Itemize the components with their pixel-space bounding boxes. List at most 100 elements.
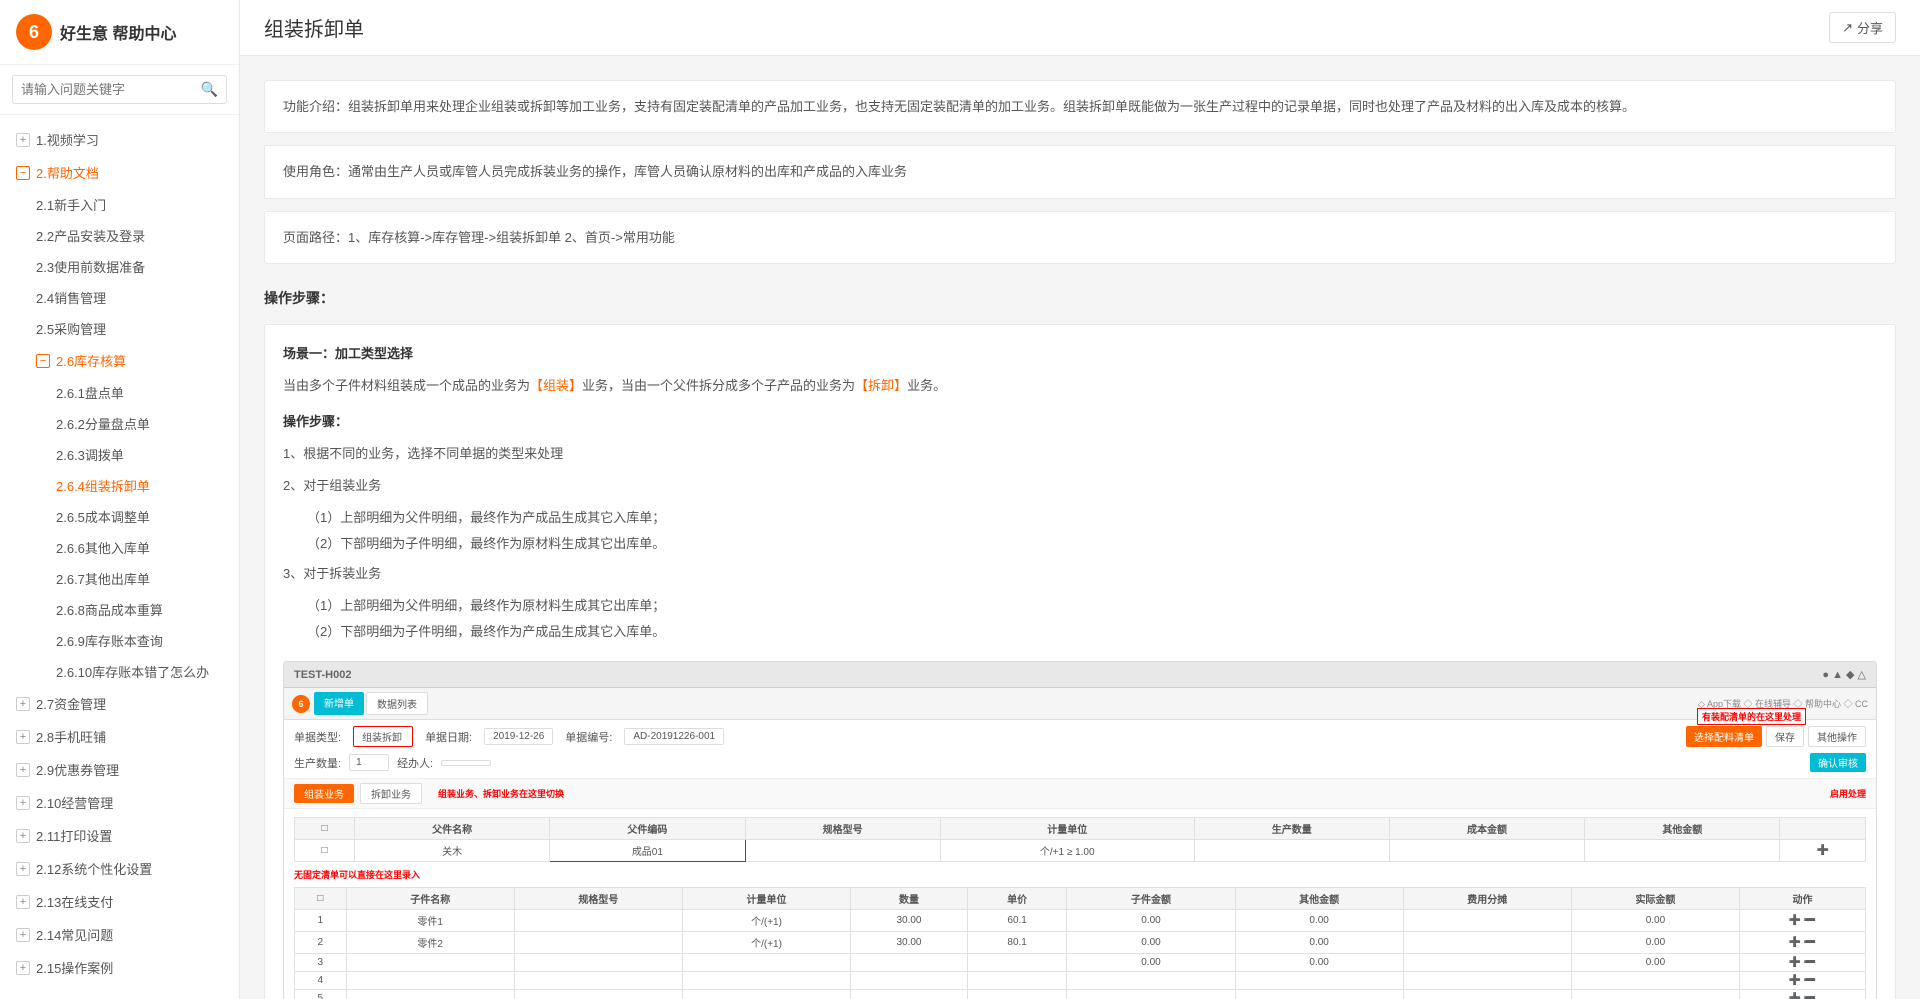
mock-form-label-no: 单据编号: [565, 729, 612, 745]
browser-id: TEST-H002 [294, 669, 351, 681]
mock-btn-assemble[interactable]: 组装业务 [294, 784, 354, 803]
sidebar-item-2-6[interactable]: − 2.6库存核算 [0, 344, 239, 377]
cell-name: 关木 [354, 840, 549, 862]
table-row: 3 0.00 0.00 0.00 [295, 954, 1866, 972]
sidebar-item-2-6-4[interactable]: 2.6.4组装拆卸单 [0, 470, 239, 501]
sidebar-item-label: 2.9优惠券管理 [36, 760, 119, 779]
mock-tab-new[interactable]: 新增单 [314, 692, 364, 715]
search-area: 🔍 [0, 65, 239, 115]
sidebar-item-2-12[interactable]: + 2.12系统个性化设置 [0, 852, 239, 885]
expand-icon: + [16, 895, 30, 909]
sidebar-item-2-1[interactable]: 2.1新手入门 [0, 189, 239, 220]
steps-sub-title: 操作步骤： [283, 409, 1877, 435]
sidebar-item-2-6-2[interactable]: 2.6.2分量盘点单 [0, 408, 239, 439]
sidebar-item-2-6-7[interactable]: 2.6.7其他出库单 [0, 563, 239, 594]
mock-tabs: 新增单 数据列表 [314, 692, 428, 715]
sidebar-item-2-11[interactable]: + 2.11打印设置 [0, 819, 239, 852]
col-check: □ [295, 888, 347, 910]
sidebar-item-2-6-10[interactable]: 2.6.10库存账本错了怎么办 [0, 656, 239, 687]
col-sub-fee: 费用分摊 [1403, 888, 1571, 910]
sidebar-item-2-4[interactable]: 2.4销售管理 [0, 282, 239, 313]
col-sub-spec: 规格型号 [514, 888, 682, 910]
collapse-icon: − [16, 166, 30, 180]
sidebar-item-label: 2.11打印设置 [36, 826, 112, 845]
sidebar-item-2-15[interactable]: + 2.15操作案例 [0, 951, 239, 984]
sidebar-item-2-10[interactable]: + 2.10经营管理 [0, 786, 239, 819]
page-title: 组装拆卸单 [264, 13, 364, 42]
col-qty: 生产数量 [1194, 818, 1389, 840]
col-sub-qty: 数量 [851, 888, 968, 910]
intro-text-3: 页面路径：1、库存核算->库存管理->组装拆卸单 2、首页->常用功能 [283, 230, 675, 245]
cell-action[interactable]: ➕ [1780, 840, 1866, 862]
col-sub-price: 单价 [967, 888, 1067, 910]
sidebar-item-label: 2.12系统个性化设置 [36, 859, 152, 878]
sidebar-item-label: 2.13在线支付 [36, 892, 113, 911]
col-sub-action: 动作 [1740, 888, 1866, 910]
mock-btn-save[interactable]: 保存 [1766, 726, 1804, 747]
sidebar-item-2-3[interactable]: 2.3使用前数据准备 [0, 251, 239, 282]
share-icon: ↗ [1842, 20, 1853, 36]
nav-tree: + 1.视频学习 − 2.帮助文档 2.1新手入门 2.2产品安装及登录 2.3… [0, 115, 239, 999]
sidebar-item-video[interactable]: + 1.视频学习 [0, 123, 239, 156]
expand-icon: + [16, 133, 30, 147]
sidebar-item-2-7[interactable]: + 2.7资金管理 [0, 687, 239, 720]
expand-icon: + [16, 928, 30, 942]
intro-block-3: 页面路径：1、库存核算->库存管理->组装拆卸单 2、首页->常用功能 [264, 211, 1896, 264]
sidebar-item-2-6-8[interactable]: 2.6.8商品成本重算 [0, 594, 239, 625]
sidebar-item-2-6-9[interactable]: 2.6.9库存账本查询 [0, 625, 239, 656]
col-spec: 规格型号 [745, 818, 940, 840]
col-cost: 成本金额 [1389, 818, 1584, 840]
sidebar-item-label: 2.帮助文档 [36, 163, 99, 182]
mock-btn-config[interactable]: 选择配料清单 [1686, 726, 1762, 747]
sidebar: 6 好生意 帮助中心 🔍 + 1.视频学习 − 2.帮助文档 2.1新手入门 2… [0, 0, 240, 999]
upper-table: □ 父件名称 父件编码 规格型号 计量单位 生产数量 成本金额 其他金额 [294, 817, 1866, 862]
sidebar-item-2-2[interactable]: 2.2产品安装及登录 [0, 220, 239, 251]
annotation-1: 有装配清单的在这里处理 [1697, 708, 1806, 725]
top-bar: 组装拆卸单 ↗ 分享 [240, 0, 1920, 56]
scene1-title: 场景一：加工类型选择 [283, 341, 1877, 367]
sidebar-item-2-14[interactable]: + 2.14常见问题 [0, 918, 239, 951]
sidebar-item-2-9[interactable]: + 2.9优惠券管理 [0, 753, 239, 786]
sidebar-item-2-6-1[interactable]: 2.6.1盘点单 [0, 377, 239, 408]
mock-date-input[interactable]: 2019-12-26 [484, 728, 553, 745]
mock-form-label-num: 生产数量: [294, 755, 341, 771]
col-sub-amt: 子件金额 [1067, 888, 1235, 910]
sidebar-item-2-6-6[interactable]: 2.6.6其他入库单 [0, 532, 239, 563]
mock-btn-other[interactable]: 其他操作 [1808, 726, 1866, 747]
mock-form-label-person: 经办人: [397, 755, 433, 771]
screenshot-mockup: TEST-H002 ● ▲ ◆ △ 6 新增单 数据列表 ◇ App下载 ◇ [283, 661, 1877, 999]
annotation-3: 组装业务、拆卸业务在这里切换 [438, 787, 564, 800]
annotation-4: 启用处理 [1830, 787, 1866, 800]
mock-btn-confirm[interactable]: 确认审核 [1810, 753, 1866, 772]
mock-logo: 6 [292, 695, 310, 713]
sidebar-item-2-13[interactable]: + 2.13在线支付 [0, 885, 239, 918]
sidebar-item-2-8[interactable]: + 2.8手机旺铺 [0, 720, 239, 753]
upper-table-area: □ 父件名称 父件编码 规格型号 计量单位 生产数量 成本金额 其他金额 [284, 809, 1876, 866]
search-icon[interactable]: 🔍 [201, 81, 218, 98]
mock-btn-disassemble[interactable]: 拆卸业务 [360, 783, 422, 804]
mock-tab-list[interactable]: 数据列表 [366, 692, 428, 715]
sidebar-item-2-6-3[interactable]: 2.6.3调拨单 [0, 439, 239, 470]
sidebar-item-2-5[interactable]: 2.5采购管理 [0, 313, 239, 344]
scene1-desc: 当由多个子件材料组装成一个成品的业务为【组装】业务，当由一个父件拆分成多个子产品… [283, 373, 1877, 399]
col-unit: 计量单位 [940, 818, 1194, 840]
mock-person-input[interactable] [441, 760, 491, 766]
cell-checkbox[interactable]: □ [295, 840, 355, 862]
mock-type-input[interactable]: 组装拆卸 [353, 726, 413, 747]
logo-area: 6 好生意 帮助中心 [0, 0, 239, 65]
step2: 2、对于组装业务 [283, 473, 1877, 499]
sidebar-item-docs[interactable]: − 2.帮助文档 [0, 156, 239, 189]
step2-sub1: （1）上部明细为父件明细，最终作为产成品生成其它入库单； [283, 505, 1877, 531]
expand-icon: + [16, 697, 30, 711]
search-input[interactable] [21, 82, 201, 97]
mock-no-input: AD-20191226-001 [624, 728, 724, 745]
expand-icon: + [16, 961, 30, 975]
mock-num-input[interactable]: 1 [349, 754, 389, 771]
share-button[interactable]: ↗ 分享 [1829, 12, 1896, 43]
cell-cost [1389, 840, 1584, 862]
table-row: 5 ➕ ➖ [295, 990, 1866, 999]
expand-icon: + [16, 763, 30, 777]
sidebar-item-2-6-5[interactable]: 2.6.5成本调整单 [0, 501, 239, 532]
col-other-amt: 其他金额 [1585, 818, 1780, 840]
lower-table: □ 子件名称 规格型号 计量单位 数量 单价 子件金额 其他金额 费用分摊 [294, 887, 1866, 999]
